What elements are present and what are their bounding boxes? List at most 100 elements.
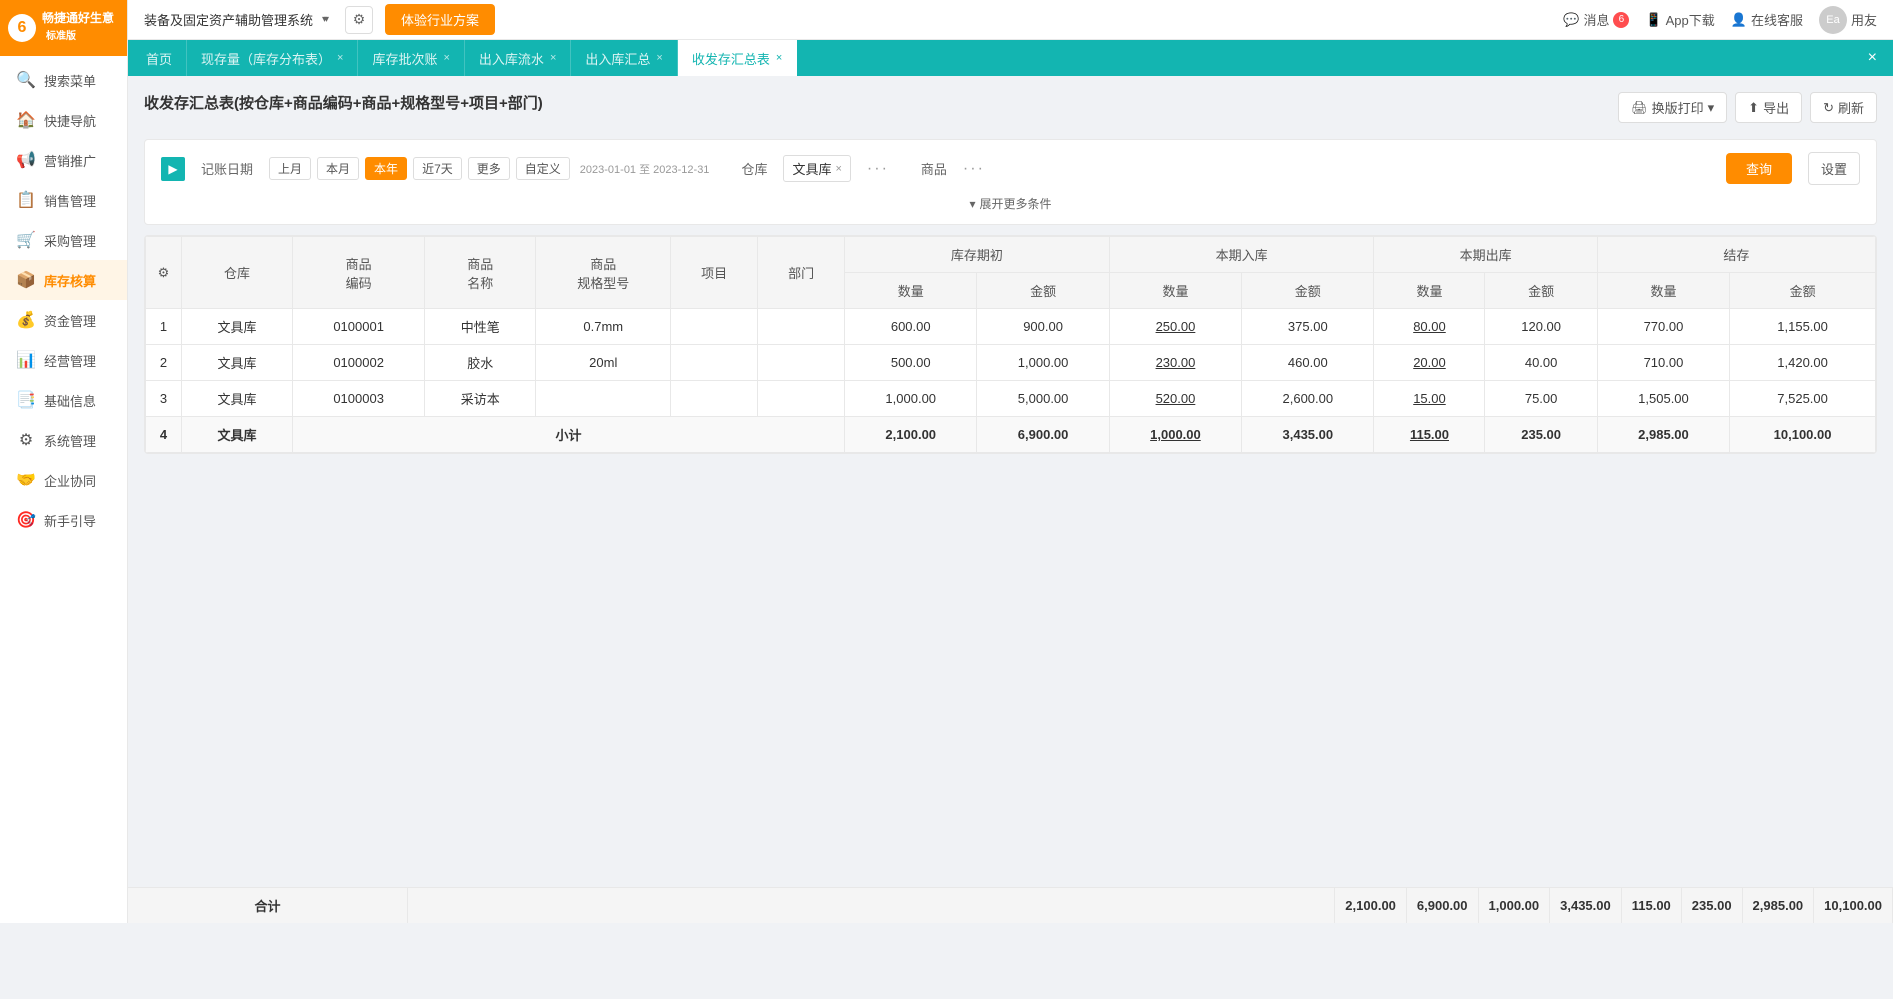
page-title: 收发存汇总表(按仓库+商品编码+商品+规格型号+项目+部门) <box>144 92 543 113</box>
subtotal-row: 4 文具库 小计 2,100.00 6,900.00 1,000.00 3,43… <box>146 417 1876 453</box>
row2-project <box>671 345 758 381</box>
sidebar-item-sales[interactable]: 📋 销售管理 <box>0 180 127 220</box>
sidebar-item-marketing[interactable]: 📢 营销推广 <box>0 140 127 180</box>
footer-init-amt: 6,900.00 <box>1407 888 1479 923</box>
sidebar-item-newbie[interactable]: 🎯 新手引导 <box>0 500 127 540</box>
filter-collapse-btn[interactable]: ▶ <box>161 157 185 181</box>
sidebar-logo: 6 畅捷通好生意 标准版 <box>0 0 127 56</box>
expand-button[interactable]: ▾ 展开更多条件 <box>969 195 1051 212</box>
tab-home[interactable]: 首页 <box>132 40 187 76</box>
footer-out-qty: 115.00 <box>1622 888 1682 923</box>
tab-flow-close[interactable]: × <box>550 53 556 64</box>
table-body: 1 文具库 0100001 中性笔 0.7mm 600.00 900.00 25… <box>146 309 1876 453</box>
sidebar-item-enterprise[interactable]: 🤝 企业协同 <box>0 460 127 500</box>
subtotal-out-qty[interactable]: 115.00 <box>1374 417 1485 453</box>
col-out-qty-header: 数量 <box>1374 273 1485 309</box>
col-project-header: 项目 <box>671 237 758 309</box>
col-warehouse-header: 仓库 <box>182 237 293 309</box>
date-options: 上月 本月 本年 近7天 更多 自定义 2023-01-01 至 2023-12… <box>269 157 709 180</box>
tab-receipt-summary-close[interactable]: × <box>776 53 782 64</box>
row1-in-qty[interactable]: 250.00 <box>1109 309 1241 345</box>
row2-bal-qty: 710.00 <box>1597 345 1729 381</box>
row1-spec: 0.7mm <box>536 309 671 345</box>
date-more[interactable]: 更多 <box>468 157 510 180</box>
subtotal-init-qty: 2,100.00 <box>845 417 977 453</box>
topbar-left: 装备及固定资产辅助管理系统 ▾ ⚙ 体验行业方案 <box>144 4 495 35</box>
row1-out-qty[interactable]: 80.00 <box>1374 309 1485 345</box>
row3-in-qty[interactable]: 520.00 <box>1109 381 1241 417</box>
tab-flow[interactable]: 出入库流水 × <box>465 40 571 76</box>
topbar-right: 💬 消息 6 📱 App下载 👤 在线客服 Ea 用友 <box>1563 6 1877 34</box>
system-selector[interactable]: 装备及固定资产辅助管理系统 ▾ <box>144 10 333 29</box>
footer-init-qty: 2,100.00 <box>1335 888 1407 923</box>
row2-out-qty[interactable]: 20.00 <box>1374 345 1485 381</box>
row3-warehouse: 文具库 <box>182 381 293 417</box>
tab-batch-close[interactable]: × <box>443 53 449 64</box>
row1-no: 1 <box>146 309 182 345</box>
date-7days[interactable]: 近7天 <box>413 157 462 180</box>
col-init-amt-header: 金额 <box>977 273 1109 309</box>
col-settings-header[interactable]: ⚙ <box>146 237 182 309</box>
tabbar-close-all[interactable]: × <box>1856 49 1889 67</box>
sidebar-item-inventory-label: 库存核算 <box>44 271 96 290</box>
settings-button[interactable]: ⚙ <box>345 6 373 34</box>
content-header: 收发存汇总表(按仓库+商品编码+商品+规格型号+项目+部门) 🖨 换版打印 ▾ … <box>144 92 1877 127</box>
warehouse-selector[interactable]: 文具库 × <box>783 155 850 182</box>
sidebar-item-operation[interactable]: 📊 经营管理 <box>0 340 127 380</box>
date-this-month[interactable]: 本月 <box>317 157 359 180</box>
footer-bal-amt: 10,100.00 <box>1814 888 1893 923</box>
sidebar-item-purchase[interactable]: 🛒 采购管理 <box>0 220 127 260</box>
col-init-header: 库存期初 <box>845 237 1110 273</box>
finance-icon: 💰 <box>16 310 36 330</box>
row3-out-qty[interactable]: 15.00 <box>1374 381 1485 417</box>
tab-receipt-summary[interactable]: 收发存汇总表 × <box>678 40 797 76</box>
sidebar-item-finance[interactable]: 💰 资金管理 <box>0 300 127 340</box>
subtotal-in-qty[interactable]: 1,000.00 <box>1109 417 1241 453</box>
sidebar-item-finance-label: 资金管理 <box>44 311 96 330</box>
goods-label: 商品 <box>921 159 947 178</box>
online-service-button[interactable]: 👤 在线客服 <box>1731 10 1803 29</box>
footer-label-cell: 合计 <box>128 888 408 923</box>
warehouse-remove-icon[interactable]: × <box>835 163 841 175</box>
subtotal-no: 4 <box>146 417 182 453</box>
tab-batch-label: 库存批次账 <box>372 49 437 68</box>
user-avatar-button[interactable]: Ea 用友 <box>1819 6 1877 34</box>
user-avatar: Ea <box>1819 6 1847 34</box>
refresh-button[interactable]: ↻ 刷新 <box>1810 92 1877 123</box>
tab-summary[interactable]: 出入库汇总 × <box>571 40 677 76</box>
goods-dots[interactable]: ··· <box>963 160 985 178</box>
date-last-month[interactable]: 上月 <box>269 157 311 180</box>
date-custom[interactable]: 自定义 <box>516 157 570 180</box>
expand-row: ▾ 展开更多条件 <box>161 195 1860 212</box>
trial-button[interactable]: 体验行业方案 <box>385 4 495 35</box>
system-name: 装备及固定资产辅助管理系统 <box>144 10 313 29</box>
tab-inventory-dist-close[interactable]: × <box>337 53 343 64</box>
tab-inventory-dist[interactable]: 现存量（库存分布表） × <box>187 40 358 76</box>
export-button[interactable]: ⬆ 导出 <box>1735 92 1802 123</box>
col-bal-qty-header: 数量 <box>1597 273 1729 309</box>
sidebar-item-basic[interactable]: 📑 基础信息 <box>0 380 127 420</box>
message-button[interactable]: 💬 消息 6 <box>1563 10 1629 29</box>
app-download-button[interactable]: 📱 App下载 <box>1645 10 1714 29</box>
row3-dept <box>758 381 845 417</box>
row1-warehouse: 文具库 <box>182 309 293 345</box>
query-button[interactable]: 查询 <box>1726 153 1792 184</box>
tab-summary-label: 出入库汇总 <box>585 49 650 68</box>
sidebar-item-newbie-label: 新手引导 <box>44 511 96 530</box>
row2-dept <box>758 345 845 381</box>
date-this-year[interactable]: 本年 <box>365 157 407 180</box>
print-button[interactable]: 🖨 换版打印 ▾ <box>1618 92 1727 123</box>
warehouse-dots[interactable]: ··· <box>867 160 889 178</box>
tab-inventory-dist-label: 现存量（库存分布表） <box>201 49 331 68</box>
row2-in-qty[interactable]: 230.00 <box>1109 345 1241 381</box>
sidebar-item-system[interactable]: ⚙ 系统管理 <box>0 420 127 460</box>
tab-summary-close[interactable]: × <box>656 53 662 64</box>
sidebar-item-search[interactable]: 🔍 搜索菜单 <box>0 60 127 100</box>
column-settings-button[interactable]: 设置 <box>1808 152 1860 185</box>
sidebar-item-quick[interactable]: 🏠 快捷导航 <box>0 100 127 140</box>
row2-spec: 20ml <box>536 345 671 381</box>
filter-row-1: ▶ 记账日期 上月 本月 本年 近7天 更多 自定义 2023-01-01 至 … <box>161 152 1860 185</box>
sidebar-item-inventory[interactable]: 📦 库存核算 <box>0 260 127 300</box>
export-icon: ⬆ <box>1748 100 1759 116</box>
tab-batch[interactable]: 库存批次账 × <box>358 40 464 76</box>
